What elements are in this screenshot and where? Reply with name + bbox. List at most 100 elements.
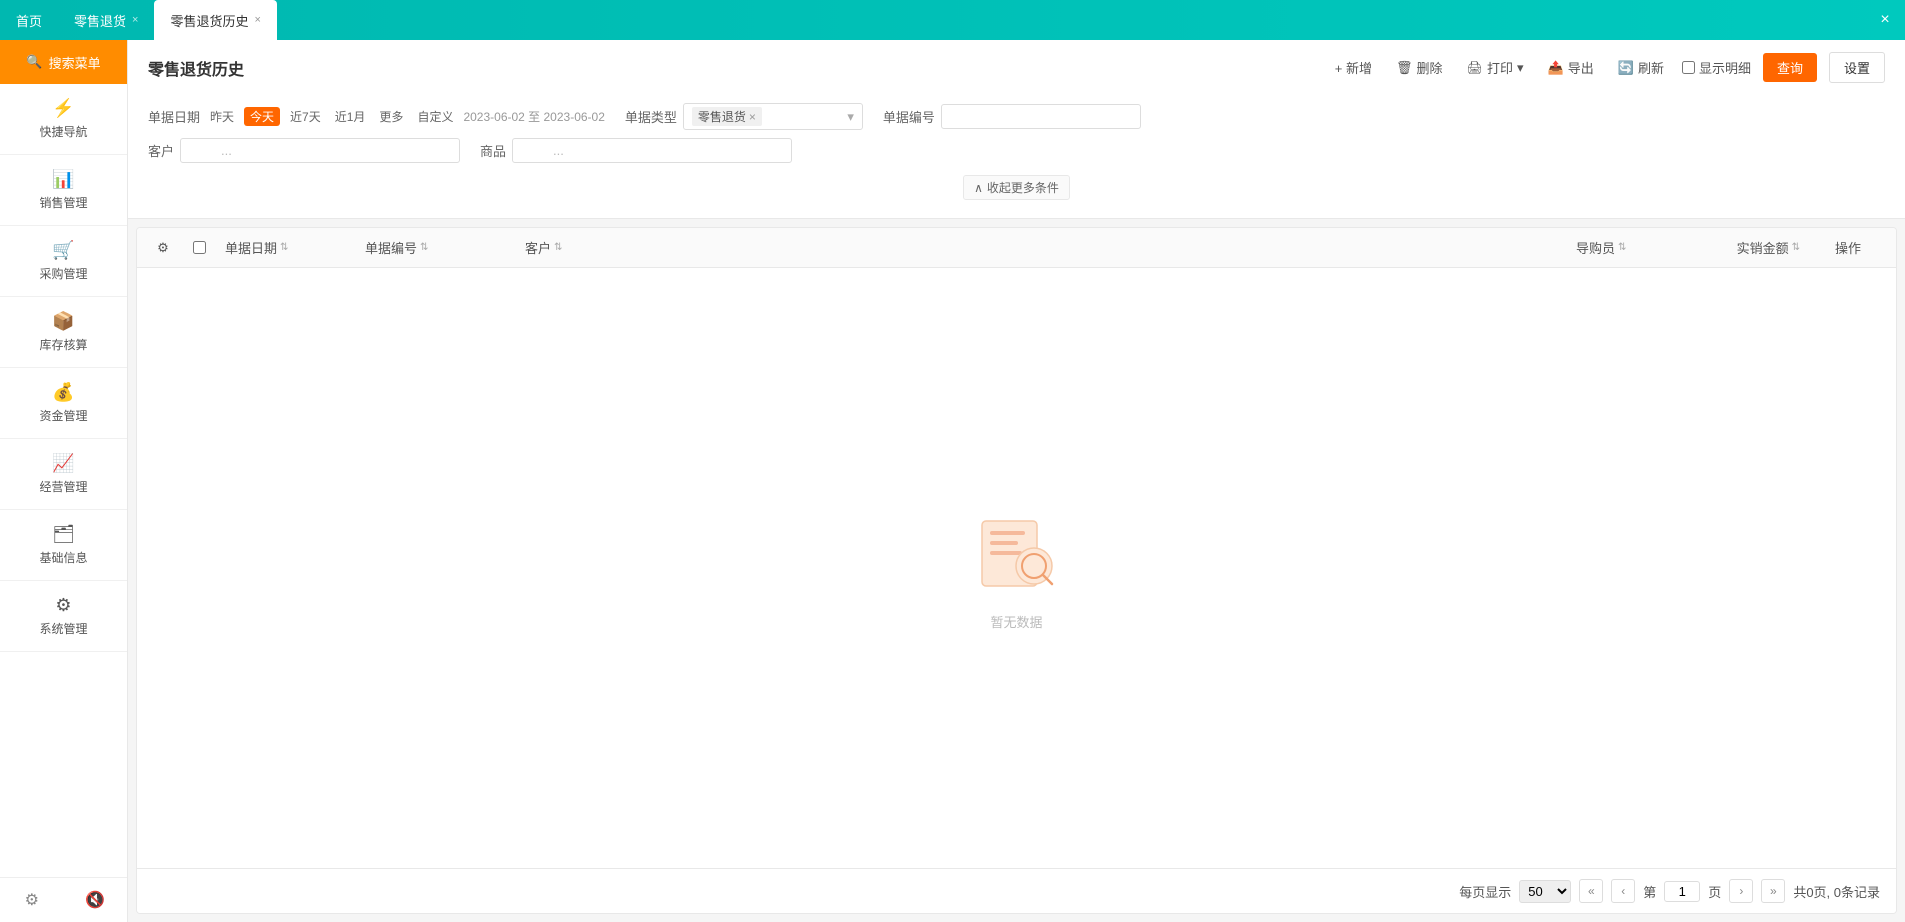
tab-retail-return[interactable]: 零售退货 × xyxy=(58,0,154,40)
customer-filter-label: 客户 xyxy=(148,141,174,160)
sidebar-item-label-basicinfo: 基础信息 xyxy=(39,549,87,566)
sidebar-item-finance[interactable]: 💰 资金管理 xyxy=(0,368,127,439)
date-btn-more[interactable]: 更多 xyxy=(375,107,407,126)
page-title: 零售退货历史 xyxy=(148,56,244,80)
finance-icon: 💰 xyxy=(52,382,74,403)
date-btn-custom[interactable]: 自定义 xyxy=(413,107,457,126)
type-tag: 零售退货 × xyxy=(692,107,762,126)
th-num[interactable]: 单据编号 ⇅ xyxy=(357,238,517,257)
business-icon: 📈 xyxy=(52,453,74,474)
filter-section: 单据日期 昨天 今天 近7天 近1月 更多 自定义 2023-06-02 至 2… xyxy=(148,93,1885,218)
first-page-button[interactable]: « xyxy=(1579,879,1603,903)
num-input[interactable] xyxy=(941,104,1141,129)
sort-amount-icon: ⇅ xyxy=(1792,242,1800,253)
system-icon: ⚙ xyxy=(55,595,71,616)
tab-retail-return-history[interactable]: 零售退货历史 × xyxy=(154,0,276,40)
display-detail-checkbox-label[interactable]: 显示明细 xyxy=(1682,58,1751,77)
page-size-select[interactable]: 50 10 20 100 xyxy=(1519,880,1571,903)
search-icon: 🔍 xyxy=(26,54,42,70)
date-btn-1month[interactable]: 近1月 xyxy=(331,107,370,126)
page-unit: 页 xyxy=(1708,882,1721,901)
tab-list: 首页 零售退货 × 零售退货历史 × xyxy=(0,0,1865,40)
sidebar-item-sales[interactable]: 📊 销售管理 xyxy=(0,155,127,226)
export-icon: 📤 xyxy=(1548,60,1564,76)
inventory-icon: 📦 xyxy=(52,311,74,332)
collapse-button[interactable]: ∧ 收起更多条件 xyxy=(963,175,1070,200)
settings-button[interactable]: 设置 xyxy=(1829,52,1885,83)
sidebar-item-inventory[interactable]: 📦 库存核算 xyxy=(0,297,127,368)
date-btn-today[interactable]: 今天 xyxy=(244,107,280,126)
delete-icon: 🗑 xyxy=(1396,60,1413,76)
th-amount[interactable]: 实销金额 ⇅ xyxy=(1688,238,1808,257)
date-range-text: 2023-06-02 至 2023-06-02 xyxy=(463,108,604,125)
customer-filter: 客户 ... xyxy=(148,138,460,163)
sidebar-item-basic-info[interactable]: 🗂 基础信息 xyxy=(0,510,127,581)
sidebar-item-business[interactable]: 📈 经营管理 xyxy=(0,439,127,510)
next-page-button[interactable]: › xyxy=(1729,879,1753,903)
sort-num-icon: ⇅ xyxy=(420,242,428,253)
main-layout: 🔍 搜索菜单 ⚡ 快捷导航 📊 销售管理 🛒 采购管理 📦 库存核算 💰 资金管… xyxy=(0,40,1905,922)
sidebar-item-label-quicknav: 快捷导航 xyxy=(39,123,87,140)
date-btn-yesterday[interactable]: 昨天 xyxy=(206,107,238,126)
close-history-tab-icon[interactable]: × xyxy=(254,14,260,26)
sidebar-item-purchase[interactable]: 🛒 采购管理 xyxy=(0,226,127,297)
delete-button[interactable]: 🗑 删除 xyxy=(1390,54,1449,81)
goods-input[interactable]: ... xyxy=(512,138,792,163)
th-customer[interactable]: 客户 ⇅ xyxy=(517,238,1568,257)
table-settings-icon[interactable]: ⚙ xyxy=(145,240,181,256)
sidebar-item-quicknav[interactable]: ⚡ 快捷导航 xyxy=(0,84,127,155)
page-size-label: 每页显示 xyxy=(1459,882,1511,901)
table-select-all-checkbox[interactable] xyxy=(181,241,217,254)
date-filter-options: 昨天 今天 近7天 近1月 更多 自定义 xyxy=(206,107,457,126)
close-retail-return-tab-icon[interactable]: × xyxy=(132,14,138,26)
content-area: 零售退货历史 + 新增 🗑 删除 🖨 打印 ▾ 📤 xyxy=(128,40,1905,922)
print-dropdown-icon: ▾ xyxy=(1517,60,1524,76)
sidebar-item-label-system: 系统管理 xyxy=(39,620,87,637)
window-close-button[interactable]: × xyxy=(1865,0,1905,40)
sales-icon: 📊 xyxy=(52,169,74,190)
prev-page-button[interactable]: ‹ xyxy=(1611,879,1635,903)
customer-input[interactable]: ... xyxy=(180,138,460,163)
last-page-button[interactable]: » xyxy=(1761,879,1785,903)
empty-state: 暂无数据 xyxy=(137,268,1896,868)
type-select[interactable]: 零售退货 × ▾ xyxy=(683,103,863,130)
new-button[interactable]: + 新增 xyxy=(1329,54,1378,81)
sidebar-item-label-business: 经营管理 xyxy=(39,478,87,495)
type-filter-label: 单据类型 xyxy=(625,107,677,126)
filter-row-2: 客户 ... 商品 ... xyxy=(148,138,1885,163)
basicinfo-icon: 🗂 xyxy=(52,524,75,545)
empty-icon xyxy=(972,506,1062,596)
collapse-icon: ∧ xyxy=(974,181,983,195)
type-filter: 单据类型 零售退货 × ▾ xyxy=(625,103,863,130)
total-text: 共0页, 0条记录 xyxy=(1793,882,1880,901)
table-container: ⚙ 单据日期 ⇅ 单据编号 ⇅ 客户 ⇅ 导购员 ⇅ xyxy=(136,227,1897,914)
empty-text: 暂无数据 xyxy=(990,612,1042,631)
tab-home[interactable]: 首页 xyxy=(0,0,58,40)
type-tag-close[interactable]: × xyxy=(749,110,756,124)
display-detail-checkbox[interactable] xyxy=(1682,61,1695,74)
sidebar-item-label-sales: 销售管理 xyxy=(39,194,87,211)
sidebar-search[interactable]: 🔍 搜索菜单 xyxy=(0,40,127,84)
sidebar-bottom: ⚙ 🔇 xyxy=(0,877,127,922)
th-guide[interactable]: 导购员 ⇅ xyxy=(1568,238,1688,257)
date-filter: 单据日期 昨天 今天 近7天 近1月 更多 自定义 2023-06-02 至 2… xyxy=(148,107,605,126)
purchase-icon: 🛒 xyxy=(52,240,74,261)
sidebar-mute-button[interactable]: 🔇 xyxy=(64,878,128,922)
sidebar-item-system[interactable]: ⚙ 系统管理 xyxy=(0,581,127,652)
sidebar-item-label-inventory: 库存核算 xyxy=(39,336,87,353)
date-btn-7days[interactable]: 近7天 xyxy=(286,107,325,126)
goods-filter-label: 商品 xyxy=(480,141,506,160)
th-date[interactable]: 单据日期 ⇅ xyxy=(217,238,357,257)
query-button[interactable]: 查询 xyxy=(1763,53,1817,82)
refresh-icon: 🔄 xyxy=(1618,60,1634,76)
filter-row-1: 单据日期 昨天 今天 近7天 近1月 更多 自定义 2023-06-02 至 2… xyxy=(148,103,1885,130)
refresh-button[interactable]: 🔄 刷新 xyxy=(1612,54,1670,81)
print-button[interactable]: 🖨 打印 ▾ xyxy=(1460,54,1529,81)
export-button[interactable]: 📤 导出 xyxy=(1542,54,1600,81)
sidebar-settings-button[interactable]: ⚙ xyxy=(0,878,64,922)
top-bar: 首页 零售退货 × 零售退货历史 × × xyxy=(0,0,1905,40)
sort-customer-icon: ⇅ xyxy=(554,242,562,253)
date-filter-label: 单据日期 xyxy=(148,107,200,126)
quicknav-icon: ⚡ xyxy=(52,98,74,119)
page-input[interactable] xyxy=(1664,881,1700,902)
